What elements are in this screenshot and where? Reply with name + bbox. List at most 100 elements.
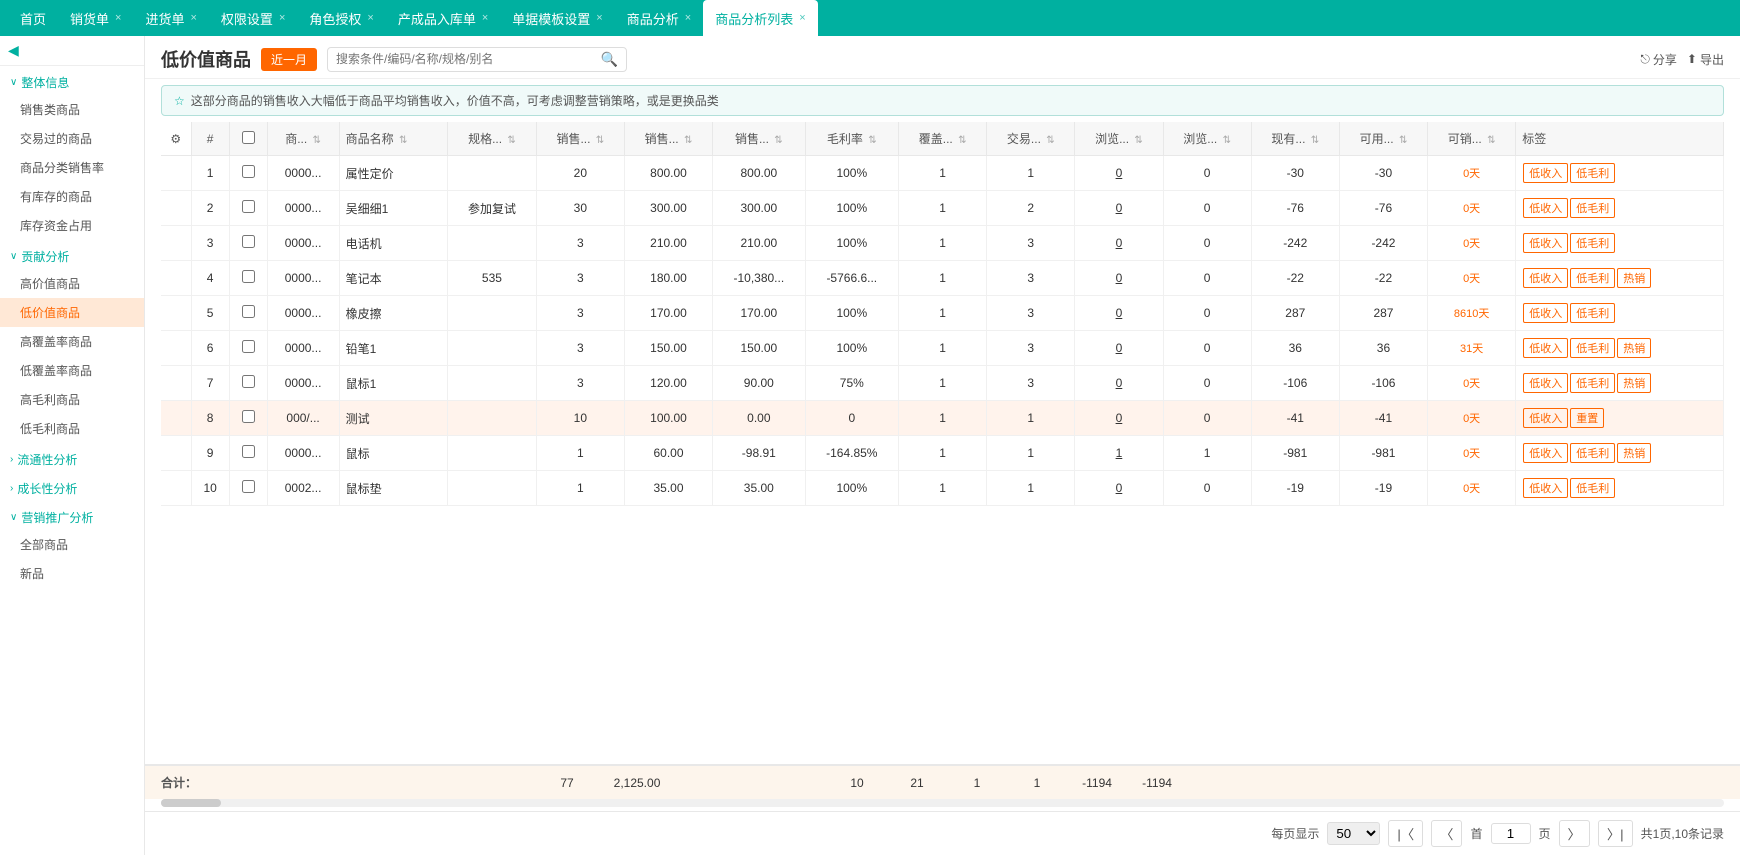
sidebar-group-marketing[interactable]: ∨ 营销推广分析	[0, 501, 144, 530]
browse-link[interactable]: 0	[1116, 166, 1123, 180]
th-coverage[interactable]: 覆盖... ⇅	[899, 122, 987, 156]
td-checkbox[interactable]	[229, 331, 267, 366]
row-checkbox[interactable]	[242, 235, 255, 248]
row-checkbox[interactable]	[242, 200, 255, 213]
first-page-btn[interactable]: |〈	[1388, 820, 1423, 847]
row-checkbox[interactable]	[242, 375, 255, 388]
sidebar-item-all-products[interactable]: 全部商品	[0, 530, 144, 559]
td-checkbox[interactable]	[229, 471, 267, 506]
nav-permission[interactable]: 权限设置 ×	[209, 0, 297, 36]
sidebar-group-contribution[interactable]: ∨ 贡献分析	[0, 240, 144, 269]
th-spec[interactable]: 规格... ⇅	[448, 122, 537, 156]
td-checkbox[interactable]	[229, 261, 267, 296]
per-page-select[interactable]: 50 100 200	[1327, 822, 1380, 845]
th-available-stock[interactable]: 可用... ⇅	[1339, 122, 1427, 156]
nav-product-analysis-list[interactable]: 商品分析列表 ×	[703, 0, 817, 36]
sidebar-group-overall[interactable]: ∨ 整体信息	[0, 66, 144, 95]
page-input[interactable]	[1491, 823, 1531, 844]
row-checkbox[interactable]	[242, 305, 255, 318]
share-btn[interactable]: ⎋ 分享	[1640, 51, 1677, 68]
row-checkbox[interactable]	[242, 165, 255, 178]
browse-link[interactable]: 0	[1116, 411, 1123, 425]
browse-link[interactable]: 0	[1116, 376, 1123, 390]
close-icon[interactable]: ×	[482, 12, 488, 24]
sidebar-item-low-coverage[interactable]: 低覆盖率商品	[0, 356, 144, 385]
th-margin-rate[interactable]: 毛利率 ⇅	[805, 122, 898, 156]
nav-product-analysis[interactable]: 商品分析 ×	[615, 0, 703, 36]
row-checkbox[interactable]	[242, 445, 255, 458]
sidebar-item-high-margin[interactable]: 高毛利商品	[0, 385, 144, 414]
close-icon[interactable]: ×	[190, 12, 196, 24]
td-browse1[interactable]: 0	[1075, 401, 1163, 436]
th-current-stock[interactable]: 现有... ⇅	[1251, 122, 1339, 156]
th-sellable-stock[interactable]: 可销... ⇅	[1428, 122, 1516, 156]
browse-link[interactable]: 0	[1116, 481, 1123, 495]
close-icon[interactable]: ×	[685, 12, 691, 24]
nav-role-auth[interactable]: 角色授权 ×	[297, 0, 385, 36]
td-browse1[interactable]: 0	[1075, 261, 1163, 296]
sidebar-item-high-value[interactable]: 高价值商品	[0, 269, 144, 298]
td-checkbox[interactable]	[229, 156, 267, 191]
nav-sales-order[interactable]: 销货单 ×	[58, 0, 133, 36]
sidebar-group-growth[interactable]: › 成长性分析	[0, 472, 144, 501]
td-checkbox[interactable]	[229, 436, 267, 471]
td-browse1[interactable]: 0	[1075, 366, 1163, 401]
prev-page-btn[interactable]: 〈	[1431, 820, 1462, 847]
sidebar-item-low-margin[interactable]: 低毛利商品	[0, 414, 144, 443]
td-browse1[interactable]: 0	[1075, 156, 1163, 191]
th-code[interactable]: 商... ⇅	[267, 122, 339, 156]
sidebar-collapse-btn[interactable]: ◀	[8, 42, 19, 59]
sidebar-item-low-value[interactable]: 低价值商品	[0, 298, 144, 327]
th-browse1[interactable]: 浏览... ⇅	[1075, 122, 1163, 156]
close-icon[interactable]: ×	[596, 12, 602, 24]
browse-link[interactable]: 0	[1116, 341, 1123, 355]
last-page-btn[interactable]: 〉|	[1598, 820, 1633, 847]
th-transaction[interactable]: 交易... ⇅	[987, 122, 1075, 156]
sidebar-item-category-sales-rate[interactable]: 商品分类销售率	[0, 153, 144, 182]
th-sales2[interactable]: 销售... ⇅	[624, 122, 712, 156]
close-icon[interactable]: ×	[279, 12, 285, 24]
sidebar-item-inventory-products[interactable]: 有库存的商品	[0, 182, 144, 211]
browse-link[interactable]: 0	[1116, 271, 1123, 285]
row-checkbox[interactable]	[242, 340, 255, 353]
sidebar-item-traded-products[interactable]: 交易过的商品	[0, 124, 144, 153]
td-browse1[interactable]: 0	[1075, 331, 1163, 366]
td-checkbox[interactable]	[229, 401, 267, 436]
browse-link[interactable]: 0	[1116, 306, 1123, 320]
th-browse2[interactable]: 浏览... ⇅	[1163, 122, 1251, 156]
sidebar-group-circulation[interactable]: › 流通性分析	[0, 443, 144, 472]
td-browse1[interactable]: 1	[1075, 436, 1163, 471]
next-page-btn[interactable]: 〉	[1559, 820, 1590, 847]
td-checkbox[interactable]	[229, 226, 267, 261]
td-browse1[interactable]: 0	[1075, 226, 1163, 261]
row-checkbox[interactable]	[242, 410, 255, 423]
nav-template-setting[interactable]: 单据模板设置 ×	[500, 0, 614, 36]
select-all-checkbox[interactable]	[242, 131, 255, 144]
browse-link[interactable]: 1	[1116, 446, 1123, 460]
nav-product-instock[interactable]: 产成品入库单 ×	[386, 0, 500, 36]
sidebar-item-inventory-capital[interactable]: 库存资金占用	[0, 211, 144, 240]
sidebar-item-high-coverage[interactable]: 高覆盖率商品	[0, 327, 144, 356]
nav-purchase-order[interactable]: 进货单 ×	[133, 0, 208, 36]
th-sales1[interactable]: 销售... ⇅	[536, 122, 624, 156]
browse-link[interactable]: 0	[1116, 201, 1123, 215]
td-browse1[interactable]: 0	[1075, 191, 1163, 226]
horizontal-scrollbar[interactable]	[161, 799, 1724, 807]
sidebar-item-new-products[interactable]: 新品	[0, 559, 144, 588]
search-input[interactable]	[336, 52, 601, 66]
td-checkbox[interactable]	[229, 191, 267, 226]
scrollbar-thumb[interactable]	[161, 799, 221, 807]
sidebar-item-sales-products[interactable]: 销售类商品	[0, 95, 144, 124]
td-browse1[interactable]: 0	[1075, 296, 1163, 331]
row-checkbox[interactable]	[242, 270, 255, 283]
export-btn[interactable]: ⬆ 导出	[1687, 51, 1724, 68]
td-checkbox[interactable]	[229, 366, 267, 401]
close-icon[interactable]: ×	[115, 12, 121, 24]
filter-recent-month-btn[interactable]: 近一月	[261, 48, 317, 71]
th-sales3[interactable]: 销售... ⇅	[713, 122, 805, 156]
browse-link[interactable]: 0	[1116, 236, 1123, 250]
nav-home[interactable]: 首页	[8, 0, 58, 36]
td-checkbox[interactable]	[229, 296, 267, 331]
table-settings-th[interactable]: ⚙	[161, 122, 191, 156]
th-name[interactable]: 商品名称 ⇅	[339, 122, 448, 156]
